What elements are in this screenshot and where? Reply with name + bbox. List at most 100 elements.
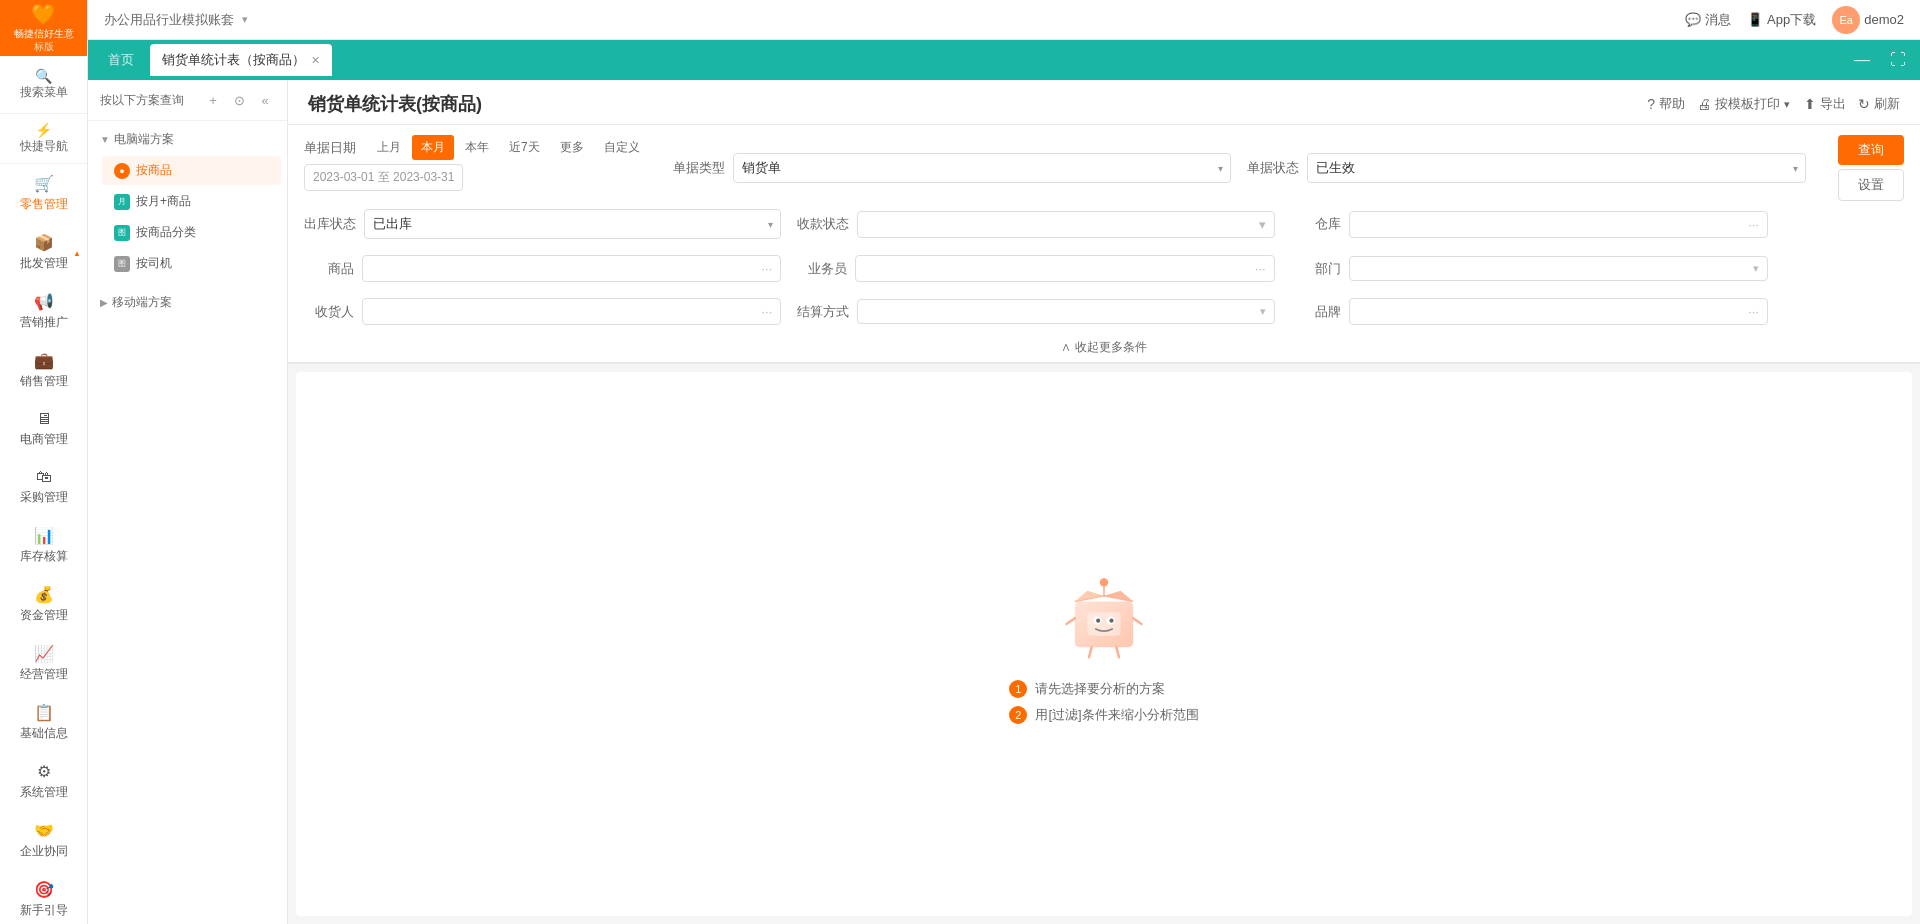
sidebar-item-finance[interactable]: 💰 资金管理 — [0, 575, 87, 634]
sidebar-item-sales[interactable]: 💼 销售管理 — [0, 341, 87, 400]
logo-icon: 🧡 — [31, 2, 56, 26]
date-tab-last-month[interactable]: 上月 — [368, 135, 410, 160]
user-avatar[interactable]: Ea demo2 — [1832, 6, 1904, 34]
department-control: ▾ — [1349, 256, 1768, 281]
date-range-input[interactable]: 2023-03-01 至 2023-03-31 — [304, 164, 463, 191]
hint-num-2: 2 — [1009, 706, 1027, 724]
empty-hint-2: 2 用[过滤]条件来缩小分析范围 — [1009, 706, 1198, 724]
plan-group-desktop-title[interactable]: ▼ 电脑端方案 — [88, 125, 287, 154]
payment-input[interactable]: ▾ — [857, 299, 1274, 324]
plan-item-by-category[interactable]: 图 按商品分类 — [102, 218, 281, 247]
date-tab-this-year[interactable]: 本年 — [456, 135, 498, 160]
brand-input[interactable]: ··· — [1349, 298, 1768, 325]
search-menu[interactable]: 🔍 搜索菜单 — [0, 56, 87, 114]
inventory-icon: 📊 — [34, 526, 54, 545]
tab-close-icon[interactable]: ✕ — [311, 54, 320, 67]
brand-more[interactable]: ··· — [1748, 304, 1759, 319]
add-plan-btn[interactable]: + — [203, 90, 223, 110]
refresh-btn[interactable]: ↻ 刷新 — [1858, 95, 1900, 113]
payment-chevron: ▾ — [1260, 305, 1266, 318]
edit-plan-btn[interactable]: ⊙ — [229, 90, 249, 110]
doc-type-filter: 单据类型 销货单 ▾ — [673, 135, 1232, 201]
export-icon: ⬆ — [1804, 96, 1816, 112]
warehouse-more[interactable]: ··· — [1748, 217, 1759, 232]
sidebar-item-retail[interactable]: 🛒 零售管理 — [0, 164, 87, 223]
svg-line-11 — [1117, 647, 1120, 657]
collapse-panel-btn[interactable]: « — [255, 90, 275, 110]
plan-item-by-driver[interactable]: 图 按司机 — [102, 249, 281, 278]
app-download-btn[interactable]: 📱 App下载 — [1747, 11, 1816, 29]
warehouse-input[interactable]: ··· — [1349, 211, 1768, 238]
date-tab-this-month[interactable]: 本月 — [412, 135, 454, 160]
page-title: 销货单统计表(按商品) — [308, 92, 482, 116]
right-panel: 销货单统计表(按商品) ? 帮助 🖨 按模板打印 ▾ ⬆ — [288, 80, 1920, 924]
plan-item-by-month-goods[interactable]: 月 按月+商品 — [102, 187, 281, 216]
receiver-input[interactable]: ··· — [362, 298, 781, 325]
date-tab-7days[interactable]: 近7天 — [500, 135, 549, 160]
sidebar-item-guide[interactable]: 🎯 新手引导 — [0, 870, 87, 924]
collect-status-input[interactable]: ▾ — [857, 211, 1274, 238]
sidebar-item-basic[interactable]: 📋 基础信息 — [0, 693, 87, 752]
plan-item-by-goods[interactable]: ● 按商品 — [102, 156, 281, 185]
marketing-icon: 📢 — [34, 292, 54, 311]
out-status-label: 出库状态 — [304, 215, 356, 233]
plan-group-mobile-title[interactable]: ▶ 移动端方案 — [88, 288, 287, 317]
salesperson-more[interactable]: ··· — [1255, 261, 1266, 276]
message-icon: 💬 — [1685, 12, 1701, 27]
doc-type-select[interactable]: 销货单 — [733, 153, 1232, 183]
department-input[interactable]: ▾ — [1349, 256, 1768, 281]
sidebar-item-inventory[interactable]: 📊 库存核算 — [0, 516, 87, 575]
finance-icon: 💰 — [34, 585, 54, 604]
date-tab-more[interactable]: 更多 — [551, 135, 593, 160]
goods-more[interactable]: ··· — [761, 261, 772, 276]
industry-dropdown[interactable]: ▾ — [242, 13, 248, 26]
sidebar-item-ecommerce[interactable]: 🖥 电商管理 — [0, 400, 87, 458]
sidebar-item-collab[interactable]: 🤝 企业协同 — [0, 811, 87, 870]
sidebar-item-marketing[interactable]: 📢 营销推广 — [0, 282, 87, 341]
filter-section: 单据日期 上月 本月 本年 近7天 更多 自定义 2023-03-01 至 20… — [288, 125, 1920, 364]
date-tab-custom[interactable]: 自定义 — [595, 135, 649, 160]
collect-status-label: 收款状态 — [797, 215, 849, 233]
sidebar-item-wholesale[interactable]: 📦 批发管理 — [0, 223, 87, 282]
message-btn[interactable]: 💬 消息 — [1685, 11, 1731, 29]
goods-input[interactable]: ··· — [362, 255, 781, 282]
query-buttons: 查询 设置 — [1838, 135, 1904, 201]
salesperson-control: ··· — [855, 255, 1274, 282]
tab-minimize-btn[interactable]: — — [1848, 46, 1876, 74]
doc-status-select[interactable]: 已生效 — [1307, 153, 1806, 183]
payment-filter: 结算方式 ▾ — [797, 299, 1274, 324]
print-dropdown-btn[interactable]: ▾ — [1782, 98, 1792, 111]
collect-status-more[interactable]: ▾ — [1259, 217, 1266, 232]
industry-title: 办公用品行业模拟账套 — [104, 11, 234, 29]
department-filter: 部门 ▾ — [1291, 256, 1768, 281]
receiver-control: ··· — [362, 298, 781, 325]
tab-report[interactable]: 销货单统计表（按商品） ✕ — [150, 44, 332, 76]
sales-icon: 💼 — [34, 351, 54, 370]
receiver-more[interactable]: ··· — [761, 304, 772, 319]
query-btn[interactable]: 查询 — [1838, 135, 1904, 165]
receiver-label: 收货人 — [304, 303, 354, 321]
tab-home[interactable]: 首页 — [96, 44, 146, 76]
help-btn[interactable]: ? 帮助 — [1647, 95, 1685, 113]
salesperson-filter: 业务员 ··· — [797, 255, 1274, 282]
goods-control: ··· — [362, 255, 781, 282]
export-btn[interactable]: ⬆ 导出 — [1804, 95, 1846, 113]
quick-nav[interactable]: ⚡ 快捷导航 — [0, 114, 87, 164]
template-print-wrap: 🖨 按模板打印 ▾ — [1697, 95, 1792, 113]
salesperson-input[interactable]: ··· — [855, 255, 1274, 282]
collapse-icon: ∧ — [1061, 340, 1071, 354]
tab-maximize-btn[interactable]: ⛶ — [1884, 46, 1912, 74]
sidebar-item-purchase[interactable]: 🛍 采购管理 — [0, 458, 87, 516]
top-bar-right: 💬 消息 📱 App下载 Ea demo2 — [1685, 6, 1904, 34]
sidebar-item-system[interactable]: ⚙ 系统管理 — [0, 752, 87, 811]
plan-group-mobile: ▶ 移动端方案 — [88, 284, 287, 321]
download-icon: 📱 — [1747, 12, 1763, 27]
svg-point-5 — [1109, 619, 1113, 623]
settings-btn[interactable]: 设置 — [1838, 169, 1904, 201]
out-status-select[interactable]: 已出库 — [364, 209, 781, 239]
refresh-icon: ↻ — [1858, 96, 1870, 112]
collapse-bar[interactable]: ∧ 收起更多条件 — [288, 333, 1920, 363]
sidebar-item-operation[interactable]: 📈 经营管理 — [0, 634, 87, 693]
template-print-btn[interactable]: 🖨 按模板打印 — [1697, 95, 1780, 113]
retail-icon: 🛒 — [34, 174, 54, 193]
